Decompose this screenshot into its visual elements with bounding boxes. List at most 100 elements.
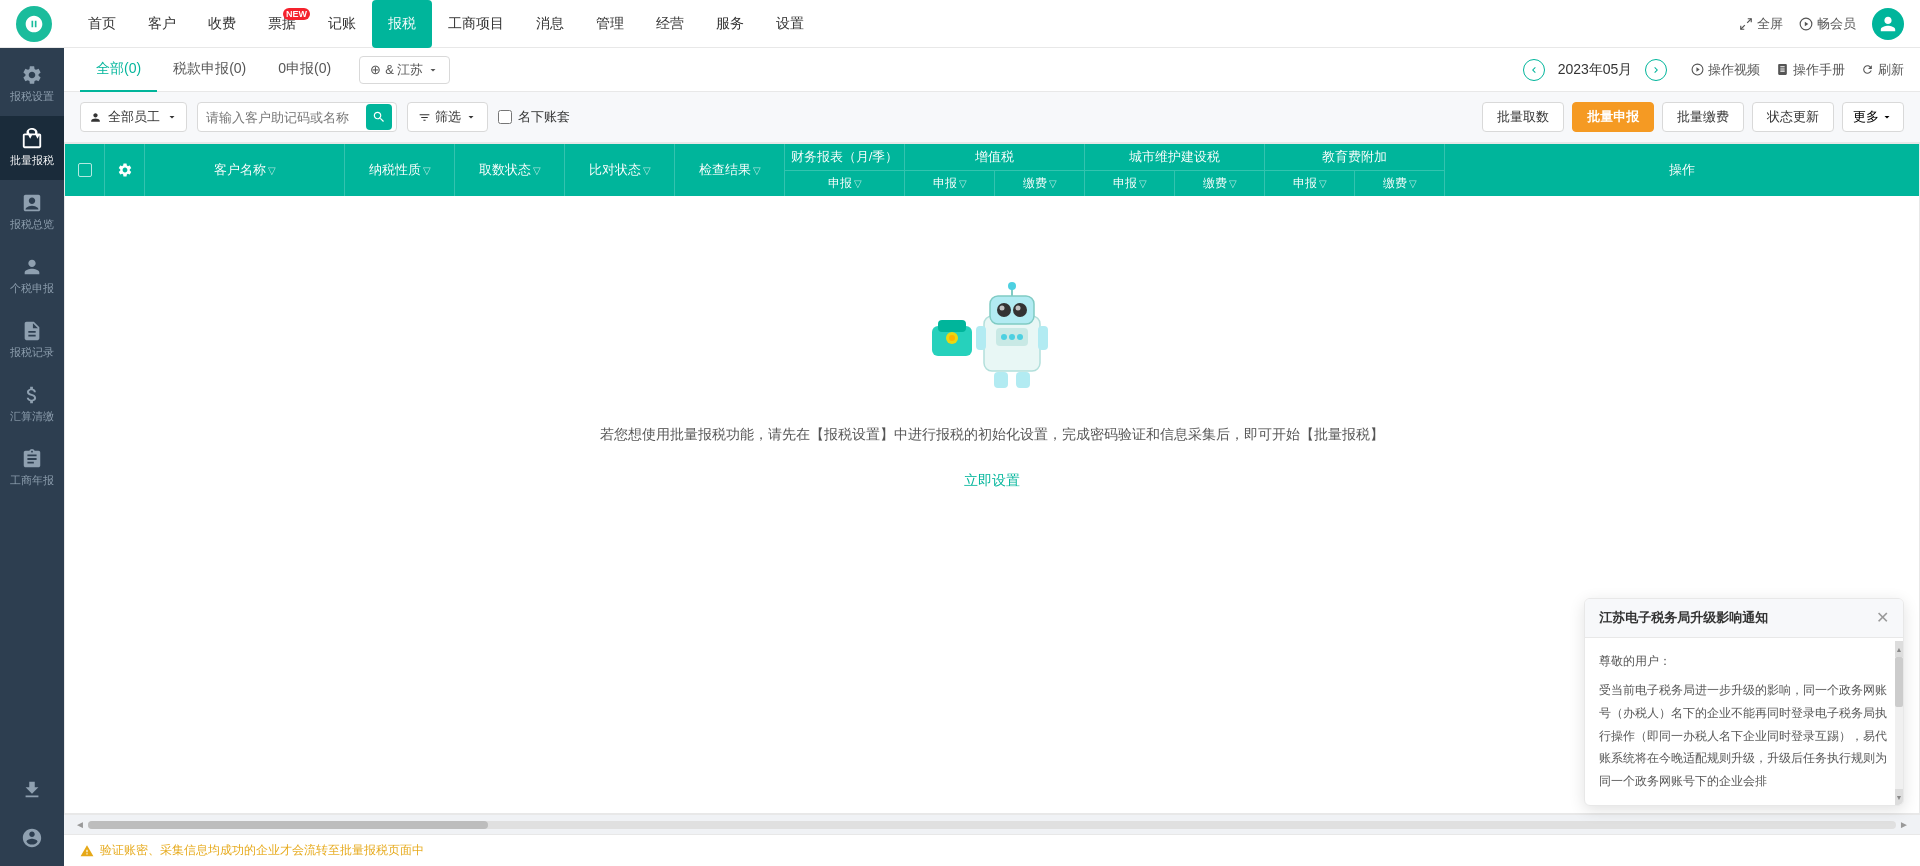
more-btn[interactable]: 更多: [1842, 102, 1904, 132]
filter-tax-type-icon[interactable]: ▽: [423, 165, 431, 176]
nav-item-settings[interactable]: 设置: [760, 0, 820, 48]
th-gear[interactable]: [105, 144, 145, 196]
filter-city-pay-icon[interactable]: ▽: [1229, 178, 1237, 189]
staff-selector[interactable]: 全部员工: [80, 102, 187, 132]
svg-line-1: [1741, 25, 1745, 29]
notification-header: 江苏电子税务局升级影响通知 ✕: [1585, 599, 1903, 638]
sidebar-item-annual-report[interactable]: 工商年报: [0, 436, 64, 500]
th-operation: 操作: [1445, 144, 1919, 196]
fullscreen-btn[interactable]: 全屏: [1739, 15, 1783, 33]
batch-pay-btn[interactable]: 批量缴费: [1662, 102, 1744, 132]
member-btn[interactable]: 畅会员: [1799, 15, 1856, 33]
filter-vat-declare-icon[interactable]: ▽: [959, 178, 967, 189]
nav-item-customer[interactable]: 客户: [132, 0, 192, 48]
tab-zero[interactable]: 0申报(0): [262, 48, 347, 92]
sidebar-item-personal-tax[interactable]: 个税申报: [0, 244, 64, 308]
svg-rect-20: [976, 326, 986, 350]
filter-name-icon[interactable]: ▽: [268, 165, 276, 176]
sidebar-user-btn[interactable]: [0, 814, 64, 862]
tab-declare[interactable]: 税款申报(0): [157, 48, 262, 92]
refresh-action[interactable]: 刷新: [1861, 61, 1904, 79]
more-chevron-icon: [1881, 111, 1893, 123]
filter-city-declare-icon[interactable]: ▽: [1139, 178, 1147, 189]
nav-item-business[interactable]: 工商项目: [432, 0, 520, 48]
robot-illustration: [922, 276, 1062, 396]
sidebar-item-settlement[interactable]: 汇算清缴: [0, 372, 64, 436]
play-icon: [1799, 17, 1813, 31]
sidebar-download-btn[interactable]: [0, 766, 64, 814]
nav-item-tax[interactable]: 报税: [372, 0, 432, 48]
avatar[interactable]: [1872, 8, 1904, 40]
notification-scrollbar: ▲ ▼: [1895, 641, 1903, 805]
sidebar-item-label: 批量报税: [10, 153, 54, 168]
sidebar-item-tax-summary[interactable]: 报税总览: [0, 180, 64, 244]
logo[interactable]: [16, 6, 52, 42]
video-action[interactable]: 操作视频: [1691, 61, 1760, 79]
table-header-row1: 客户名称 ▽ 纳税性质 ▽ 取数状态 ▽: [65, 144, 1919, 196]
scroll-down-btn[interactable]: ▼: [1895, 789, 1903, 805]
nav-item-service[interactable]: 服务: [700, 0, 760, 48]
notification-close-btn[interactable]: ✕: [1876, 610, 1889, 626]
svg-rect-21: [1038, 326, 1048, 350]
circle-play-icon: [1691, 63, 1704, 76]
tab-all[interactable]: 全部(0): [80, 48, 157, 92]
svg-point-19: [1008, 282, 1016, 290]
filter-compare-icon[interactable]: ▽: [643, 165, 651, 176]
th-checkbox[interactable]: [65, 144, 105, 196]
name-checkbox[interactable]: [498, 110, 512, 124]
svg-rect-27: [1016, 372, 1030, 388]
scroll-track: [88, 821, 1896, 829]
notification-title: 江苏电子税务局升级影响通知: [1599, 609, 1768, 627]
scroll-right-arrow[interactable]: ►: [1896, 817, 1912, 833]
chevron-down-icon: [427, 64, 439, 76]
th-name: 客户名称 ▽: [145, 144, 345, 196]
next-month-btn[interactable]: [1645, 59, 1667, 81]
scroll-left-arrow[interactable]: ◄: [72, 817, 88, 833]
checkbox-wrapper: 名下账套: [498, 108, 570, 126]
empty-state: 若您想使用批量报税功能，请先在【报税设置】中进行报税的初始化设置，完成密码验证和…: [65, 196, 1919, 570]
sidebar-item-label: 工商年报: [10, 473, 54, 488]
manual-action[interactable]: 操作手册: [1776, 61, 1845, 79]
prev-month-btn[interactable]: [1523, 59, 1545, 81]
nav-item-accounting[interactable]: 记账: [312, 0, 372, 48]
scroll-thumb[interactable]: [88, 821, 488, 829]
nav-item-fee[interactable]: 收费: [192, 0, 252, 48]
setup-link[interactable]: 立即设置: [964, 472, 1020, 490]
nav-item-management[interactable]: 管理: [580, 0, 640, 48]
sub-tabs-bar: 全部(0) 税款申报(0) 0申报(0) ⊕ & 江苏 2023年05月: [64, 48, 1920, 92]
sidebar-item-batch-tax[interactable]: 批量报税: [0, 116, 64, 180]
filter-check-icon[interactable]: ▽: [753, 165, 761, 176]
select-all-checkbox[interactable]: [78, 163, 92, 177]
filter-btn[interactable]: 筛选: [407, 102, 488, 132]
filter-vat-pay-icon[interactable]: ▽: [1049, 178, 1057, 189]
svg-point-17: [1016, 306, 1021, 311]
filter-edu-declare-icon[interactable]: ▽: [1319, 178, 1327, 189]
status-update-btn[interactable]: 状态更新: [1752, 102, 1834, 132]
th-fetch-status: 取数状态 ▽: [455, 144, 565, 196]
filter-edu-pay-icon[interactable]: ▽: [1409, 178, 1417, 189]
sidebar-item-tax-records[interactable]: 报税记录: [0, 308, 64, 372]
sidebar-item-tax-settings[interactable]: 报税设置: [0, 52, 64, 116]
month-nav: 2023年05月: [1523, 59, 1667, 81]
filter-fetch-icon[interactable]: ▽: [533, 165, 541, 176]
nav-item-home[interactable]: 首页: [72, 0, 132, 48]
nav-item-operation[interactable]: 经营: [640, 0, 700, 48]
chevron-down-icon: [465, 111, 477, 123]
region-icon: ⊕: [370, 62, 381, 77]
nav-item-message[interactable]: 消息: [520, 0, 580, 48]
region-selector[interactable]: ⊕ & 江苏: [359, 56, 450, 84]
batch-declare-btn[interactable]: 批量申报: [1572, 102, 1654, 132]
warning-icon: [80, 844, 94, 858]
settlement-icon: [21, 384, 43, 406]
svg-marker-5: [1696, 67, 1699, 71]
batch-fetch-btn[interactable]: 批量取数: [1482, 102, 1564, 132]
refresh-icon: [1861, 63, 1874, 76]
dropdown-icon: [166, 111, 178, 123]
search-btn[interactable]: [366, 104, 392, 130]
search-input[interactable]: [202, 110, 362, 125]
scroll-up-btn[interactable]: ▲: [1895, 641, 1903, 657]
scrollbar-thumb[interactable]: [1895, 657, 1903, 707]
download-icon: [21, 779, 43, 801]
nav-item-invoice[interactable]: 票据 NEW: [252, 0, 312, 48]
filter-finance-icon[interactable]: ▽: [854, 178, 862, 189]
